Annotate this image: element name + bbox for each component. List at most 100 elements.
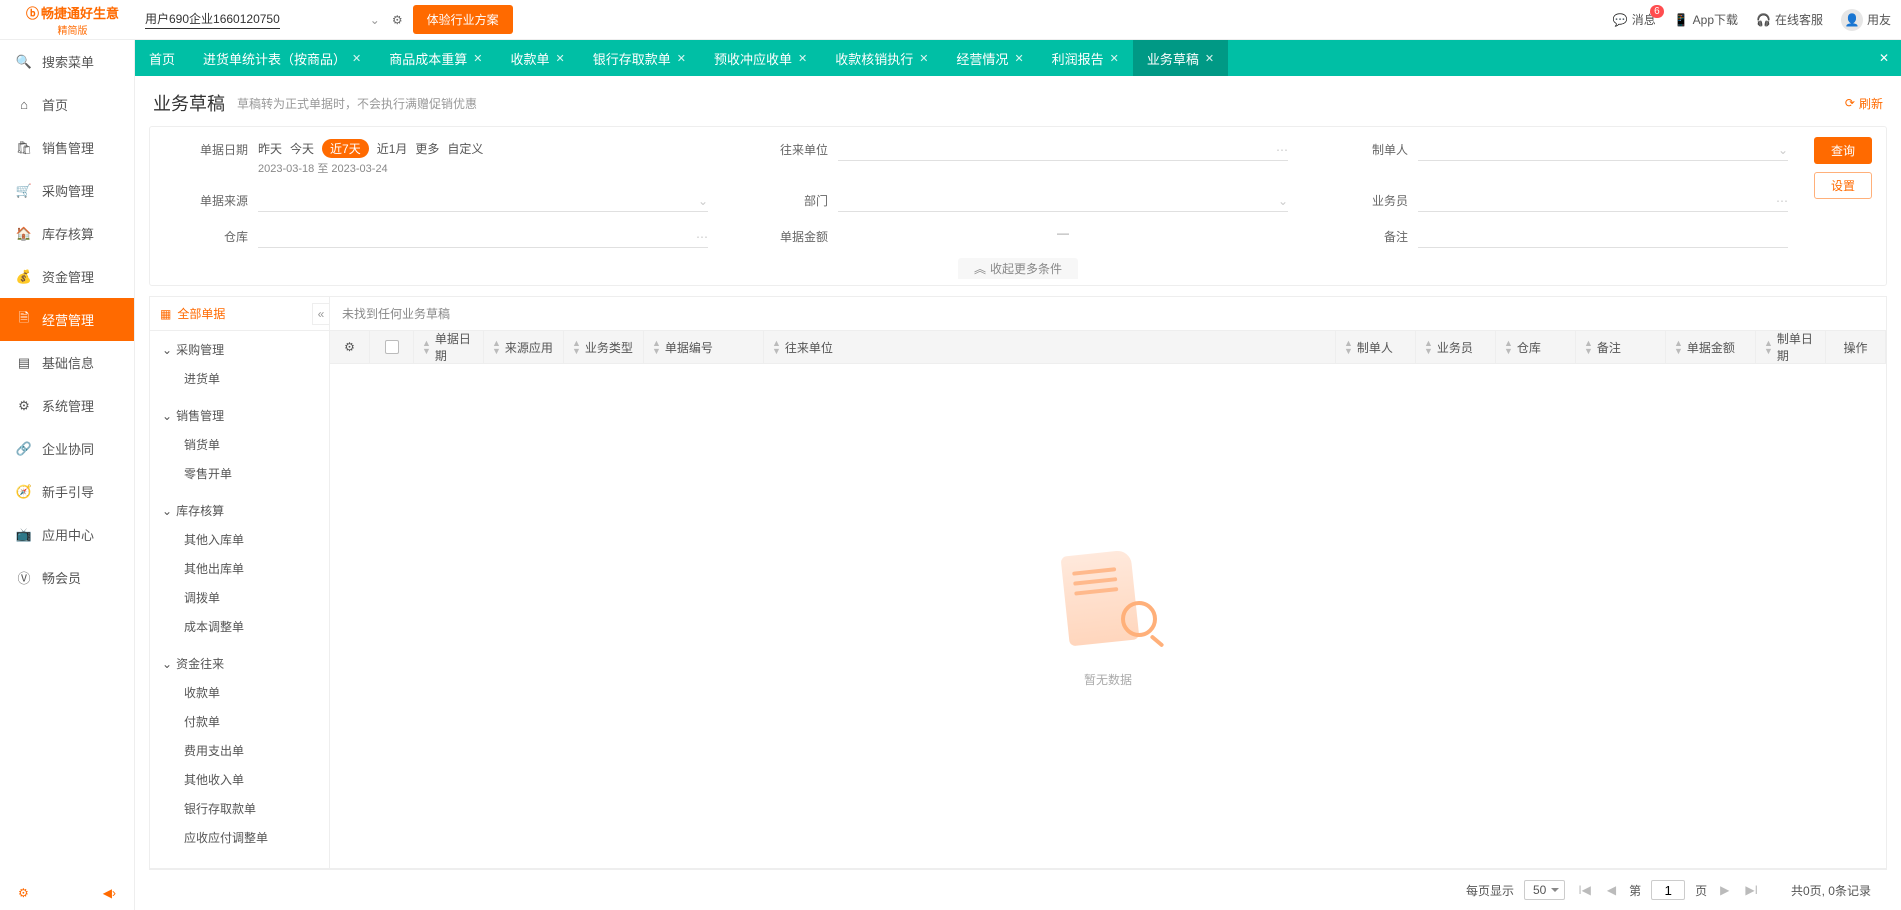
date-option-自定义[interactable]: 自定义 — [447, 140, 483, 157]
tenant-select[interactable]: 用户690企业1660120750 ⌄ — [145, 10, 392, 29]
collapse-sidebar-icon[interactable]: ◀› — [103, 886, 116, 900]
partner-input[interactable]: ⋯ — [838, 139, 1288, 161]
date-option-更多[interactable]: 更多 — [415, 140, 439, 157]
tab-首页[interactable]: 首页 — [135, 40, 189, 76]
tab-利润报告[interactable]: 利润报告✕ — [1038, 40, 1133, 76]
tree-leaf-调拨单[interactable]: 调拨单 — [150, 583, 329, 612]
column-仓库[interactable]: ▲▼仓库 — [1496, 331, 1576, 363]
tab-收款单[interactable]: 收款单✕ — [496, 40, 578, 76]
sidebar-item-畅会员[interactable]: Ⓥ畅会员 — [0, 556, 134, 599]
last-page-button[interactable]: ▶I — [1742, 883, 1761, 897]
tree-leaf-零售开单[interactable]: 零售开单 — [150, 459, 329, 488]
select-all-checkbox[interactable] — [370, 331, 414, 363]
tab-预收冲应收单[interactable]: 预收冲应收单✕ — [700, 40, 821, 76]
biz-input[interactable]: ⋯ — [1418, 190, 1788, 212]
tree-leaf-销货单[interactable]: 销货单 — [150, 430, 329, 459]
date-option-今天[interactable]: 今天 — [290, 140, 314, 157]
tree-leaf-收款单[interactable]: 收款单 — [150, 678, 329, 707]
tree-leaf-进货单[interactable]: 进货单 — [150, 364, 329, 393]
page-input[interactable] — [1651, 880, 1685, 900]
next-page-button[interactable]: ▶ — [1717, 883, 1732, 897]
collapse-filters-button[interactable]: ︽收起更多条件 — [168, 252, 1868, 285]
close-icon[interactable]: ✕ — [919, 52, 928, 65]
warehouse-input[interactable]: ⋯ — [258, 226, 708, 248]
sidebar-item-首页[interactable]: ⌂首页 — [0, 83, 134, 126]
tree-leaf-应收应付调整单[interactable]: 应收应付调整单 — [150, 823, 329, 852]
prev-page-button[interactable]: ◀ — [1604, 883, 1619, 897]
tab-商品成本重算[interactable]: 商品成本重算✕ — [375, 40, 496, 76]
close-all-tabs-button[interactable]: ✕ — [1867, 40, 1901, 76]
first-page-button[interactable]: I◀ — [1575, 883, 1594, 897]
creator-input[interactable]: ⌄ — [1418, 139, 1788, 161]
tab-收款核销执行[interactable]: 收款核销执行✕ — [821, 40, 942, 76]
sidebar-item-label: 销售管理 — [42, 138, 94, 157]
date-option-昨天[interactable]: 昨天 — [258, 140, 282, 157]
sidebar-item-销售管理[interactable]: 🛍销售管理 — [0, 126, 134, 169]
source-input[interactable]: ⌄ — [258, 190, 708, 212]
column-settings-button[interactable]: ⚙ — [330, 331, 370, 363]
sidebar-item-采购管理[interactable]: 🛒采购管理 — [0, 169, 134, 212]
column-单据编号[interactable]: ▲▼单据编号 — [644, 331, 764, 363]
tree-leaf-成本调整单[interactable]: 成本调整单 — [150, 612, 329, 641]
dept-input[interactable]: ⌄ — [838, 190, 1288, 212]
sidebar-item-新手引导[interactable]: 🧭新手引导 — [0, 470, 134, 513]
tab-业务草稿[interactable]: 业务草稿✕ — [1133, 40, 1228, 76]
date-option-近1月[interactable]: 近1月 — [377, 140, 408, 157]
user-menu[interactable]: 👤 用友 — [1841, 9, 1891, 31]
column-单据金额[interactable]: ▲▼单据金额 — [1666, 331, 1756, 363]
promo-button[interactable]: 体验行业方案 — [413, 5, 513, 34]
tree-leaf-银行存取款单[interactable]: 银行存取款单 — [150, 794, 329, 823]
tree-group-采购管理[interactable]: ⌄采购管理 — [150, 335, 329, 364]
tree-leaf-其他收入单[interactable]: 其他收入单 — [150, 765, 329, 794]
sidebar-item-经营管理[interactable]: 🗎经营管理 — [0, 298, 134, 341]
tree-group-销售管理[interactable]: ⌄销售管理 — [150, 401, 329, 430]
column-备注[interactable]: ▲▼备注 — [1576, 331, 1666, 363]
tree-group-库存核算[interactable]: ⌄库存核算 — [150, 496, 329, 525]
sidebar-item-资金管理[interactable]: 💰资金管理 — [0, 255, 134, 298]
close-icon[interactable]: ✕ — [556, 52, 565, 65]
column-制单日期[interactable]: ▲▼制单日期 — [1756, 331, 1826, 363]
close-icon[interactable]: ✕ — [1205, 52, 1214, 65]
messages-button[interactable]: 💬 消息 6 — [1613, 11, 1656, 28]
sidebar-item-搜索菜单[interactable]: 🔍搜索菜单 — [0, 40, 134, 83]
column-业务员[interactable]: ▲▼业务员 — [1416, 331, 1496, 363]
column-来源应用[interactable]: ▲▼来源应用 — [484, 331, 564, 363]
gear-icon[interactable]: ⚙ — [392, 13, 403, 27]
collapse-tree-button[interactable]: « — [312, 303, 330, 325]
remark-input[interactable] — [1418, 226, 1788, 248]
sidebar-item-应用中心[interactable]: 📺应用中心 — [0, 513, 134, 556]
close-icon[interactable]: ✕ — [352, 52, 361, 65]
column-业务类型[interactable]: ▲▼业务类型 — [564, 331, 644, 363]
per-page-select[interactable]: 50 — [1524, 880, 1565, 900]
sidebar-item-基础信息[interactable]: ▤基础信息 — [0, 341, 134, 384]
close-icon[interactable]: ✕ — [798, 52, 807, 65]
sidebar-item-企业协同[interactable]: 🔗企业协同 — [0, 427, 134, 470]
tree-leaf-付款单[interactable]: 付款单 — [150, 707, 329, 736]
app-download-button[interactable]: 📱 App下载 — [1674, 11, 1738, 28]
tree-leaf-费用支出单[interactable]: 费用支出单 — [150, 736, 329, 765]
tree-leaf-其他入库单[interactable]: 其他入库单 — [150, 525, 329, 554]
date-option-近7天[interactable]: 近7天 — [322, 139, 369, 158]
sidebar-item-系统管理[interactable]: ⚙系统管理 — [0, 384, 134, 427]
column-操作[interactable]: 操作 — [1826, 331, 1886, 363]
tab-进货单统计表（按商品）[interactable]: 进货单统计表（按商品）✕ — [189, 40, 375, 76]
settings-icon[interactable]: ⚙ — [18, 886, 29, 900]
column-往来单位[interactable]: ▲▼往来单位 — [764, 331, 1336, 363]
tab-经营情况[interactable]: 经营情况✕ — [942, 40, 1037, 76]
tab-银行存取款单[interactable]: 银行存取款单✕ — [579, 40, 700, 76]
filter-settings-button[interactable]: 设置 — [1814, 172, 1872, 199]
close-icon[interactable]: ✕ — [473, 52, 482, 65]
tree-leaf-其他出库单[interactable]: 其他出库单 — [150, 554, 329, 583]
column-制单人[interactable]: ▲▼制单人 — [1336, 331, 1416, 363]
checkbox-icon — [385, 340, 399, 354]
close-icon[interactable]: ✕ — [1110, 52, 1119, 65]
support-button[interactable]: 🎧 在线客服 — [1756, 11, 1823, 28]
close-icon[interactable]: ✕ — [1014, 52, 1023, 65]
query-button[interactable]: 查询 — [1814, 137, 1872, 164]
column-单据日期[interactable]: ▲▼单据日期 — [414, 331, 484, 363]
close-icon[interactable]: ✕ — [677, 52, 686, 65]
sidebar-item-库存核算[interactable]: 🏠库存核算 — [0, 212, 134, 255]
tree-group-资金往来[interactable]: ⌄资金往来 — [150, 649, 329, 678]
refresh-button[interactable]: ⟳ 刷新 — [1845, 95, 1883, 112]
grid-icon: ▦ — [160, 307, 171, 321]
